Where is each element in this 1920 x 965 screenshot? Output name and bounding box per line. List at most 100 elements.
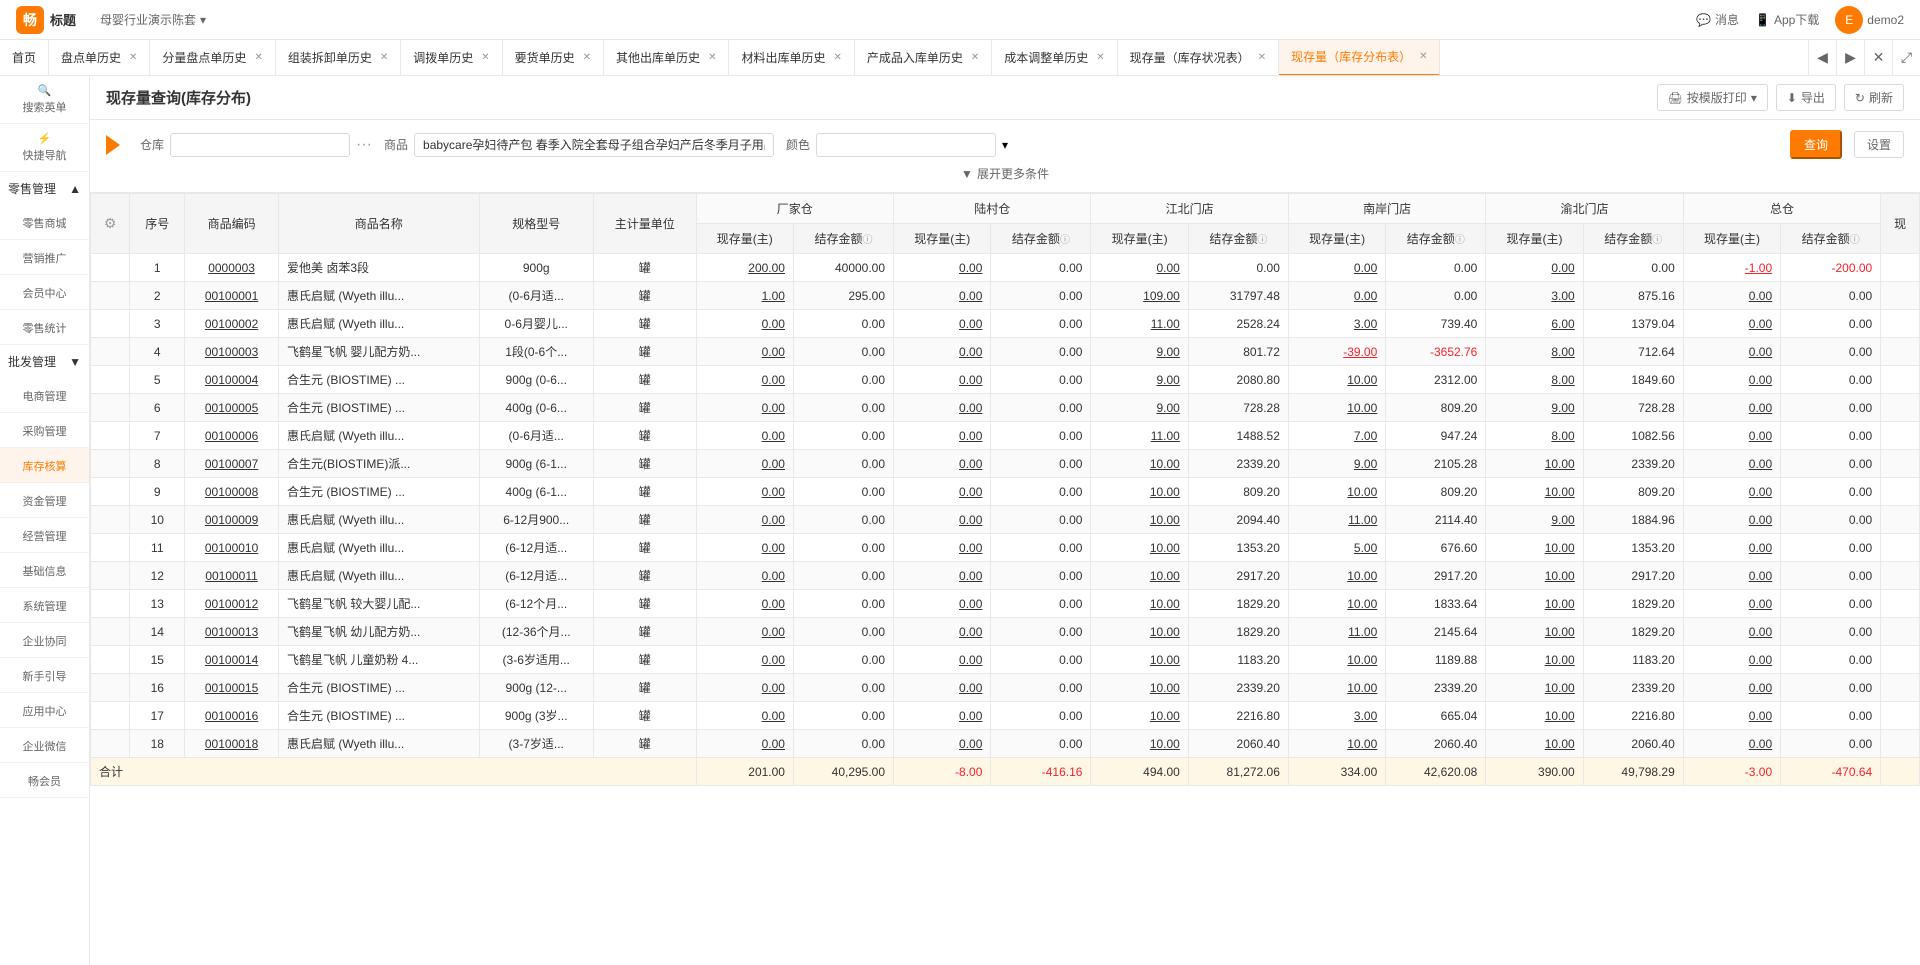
sidebar-item-apps[interactable]: 应用中心 [0,693,89,728]
tab-current-dist[interactable]: 现存量（库存分布表）✕ [1279,40,1440,76]
table-cell-value: 0.00 [1781,562,1881,590]
sidebar-item-wholesale[interactable]: 批发管理 ▼ [0,345,89,378]
tab-home[interactable]: 首页 [0,40,49,76]
th-jiangbei: 江北门店 [1091,194,1288,224]
nav-icon: ⚡ [38,133,52,145]
nav-next[interactable]: ▶ [1836,40,1864,76]
th-yubei-amt: 结存金额ⓘ [1583,224,1683,254]
tab-current-stock[interactable]: 现存量（库存状况表）✕ [1118,40,1279,76]
sidebar-item-corp[interactable]: 企业协同 [0,623,89,658]
table-cell [91,674,130,702]
print-label: 按模版打印 [1687,89,1747,106]
tab-cost-adjust[interactable]: 成本调整单历史✕ [992,40,1117,76]
tab-combo-split[interactable]: 组装拆卸单历史✕ [276,40,401,76]
table-cell-value: -1.00 [1683,254,1780,282]
close-tab-purchase-order[interactable]: ✕ [583,52,591,63]
warehouse-input[interactable] [170,133,350,157]
nav-close-all[interactable]: ✕ [1864,40,1892,76]
sidebar-item-ecommerce[interactable]: 电商管理 [0,378,89,413]
sidebar-item-member[interactable]: 会员中心 [0,275,89,310]
tab-material-out[interactable]: 材料出库单历史✕ [729,40,854,76]
expand-conditions-btn[interactable]: ▼ 展开更多条件 [961,165,1049,182]
table-cell-value: 0.00 [793,506,893,534]
print-btn[interactable]: 🖨 按模版打印 ▾ [1657,84,1768,111]
tab-transfer[interactable]: 调拨单历史✕ [401,40,502,76]
sidebar-item-retail-shop[interactable]: 零售商城 [0,205,89,240]
tab-purchase-order[interactable]: 要货单历史✕ [503,40,604,76]
product-input[interactable] [414,133,774,157]
close-tab-sub-inventory[interactable]: ✕ [254,52,262,63]
close-tab-current-dist[interactable]: ✕ [1419,51,1427,62]
query-btn[interactable]: 查询 [1790,130,1842,159]
settings-btn[interactable]: 设置 [1854,131,1904,158]
sidebar-item-nav[interactable]: ⚡ 快捷导航 [0,124,89,172]
total-amt-info[interactable]: ⓘ [1850,235,1860,246]
close-tab-transfer[interactable]: ✕ [481,52,489,63]
sidebar-item-marketing[interactable]: 营销推广 [0,240,89,275]
table-container[interactable]: ⚙ 序号 商品编码 商品名称 规格型号 主计量单位 厂家仓 陆村仓 江北门店 南… [90,193,1920,965]
sidebar-item-guide[interactable]: 新手引导 [0,658,89,693]
lucun-amt-info[interactable]: ⓘ [1060,235,1070,246]
table-cell-value: 2339.20 [1583,674,1683,702]
nav-expand[interactable]: ⤢ [1892,40,1920,76]
sidebar-item-inventory[interactable]: 库存核算 [0,448,89,483]
sidebar-item-retail-stats[interactable]: 零售统计 [0,310,89,345]
tab-inventory-check[interactable]: 盘点单历史✕ [49,40,150,76]
table-cell: 爱他美 卤苯3段 [279,254,480,282]
yubei-amt-info[interactable]: ⓘ [1652,235,1662,246]
close-tab-cost-adjust[interactable]: ✕ [1096,52,1104,63]
app-download-btn[interactable]: 📱 App下载 [1755,11,1819,28]
jiangbei-amt-info[interactable]: ⓘ [1257,235,1267,246]
nav-prev[interactable]: ◀ [1808,40,1836,76]
sidebar-item-ops[interactable]: 经营管理 [0,518,89,553]
table-cell-value: 0.00 [1781,450,1881,478]
company-selector[interactable]: 母婴行业演示陈套 ▾ [100,11,206,28]
table-cell-value: 0.00 [1583,254,1683,282]
message-btn[interactable]: 💬 消息 [1696,11,1739,28]
th-code: 商品编码 [185,194,279,254]
top-bar-right: 💬 消息 📱 App下载 E demo2 [1696,6,1904,34]
refresh-btn[interactable]: ↻ 刷新 [1844,84,1904,111]
sidebar-item-member2[interactable]: 畅会员 [0,763,89,798]
table-cell-current [1881,254,1920,282]
export-btn[interactable]: ⬇ 导出 [1776,84,1836,111]
close-tab-inventory-check[interactable]: ✕ [129,52,137,63]
close-tab-material-out[interactable]: ✕ [833,52,841,63]
close-tab-other-out[interactable]: ✕ [708,52,716,63]
table-cell [91,618,130,646]
user-area[interactable]: E demo2 [1835,6,1904,34]
table-cell-value: 295.00 [793,282,893,310]
close-tab-combo-split[interactable]: ✕ [380,52,388,63]
tab-product-in[interactable]: 产成品入库单历史✕ [855,40,992,76]
table-cell [91,422,130,450]
tab-other-out[interactable]: 其他出库单历史✕ [604,40,729,76]
table-cell: 14 [130,618,185,646]
orange-triangle[interactable] [106,135,120,155]
sidebar-item-system[interactable]: 系统管理 [0,588,89,623]
color-input[interactable] [816,133,996,157]
sidebar-label-system: 系统管理 [4,598,85,614]
sidebar-item-finance[interactable]: 资金管理 [0,483,89,518]
table-cell: 00100010 [185,534,279,562]
product-filter: 商品 [384,133,774,157]
table-cell-value: 1833.64 [1386,590,1486,618]
sidebar-item-wechat[interactable]: 企业微信 [0,728,89,763]
sidebar-item-basic[interactable]: 基础信息 [0,553,89,588]
factory-amt-info[interactable]: ⓘ [863,235,873,246]
table-cell-value: 0.00 [991,506,1091,534]
warehouse-dots-btn[interactable]: ··· [356,136,372,154]
table-cell-value: 0.00 [991,422,1091,450]
sidebar-item-search[interactable]: 🔍 搜索英单 [0,76,89,124]
table-cell-value: 0.00 [894,534,991,562]
table-cell: 惠氏启赋 (Wyeth illu... [279,534,480,562]
close-tab-current-stock[interactable]: ✕ [1258,52,1266,63]
th-settings[interactable]: ⚙ [91,194,130,254]
table-cell: (6-12月适... [479,562,593,590]
sidebar-item-retail-mgmt[interactable]: 零售管理 ▲ [0,172,89,205]
table-cell: 1 [130,254,185,282]
nanan-amt-info[interactable]: ⓘ [1455,235,1465,246]
tab-sub-inventory[interactable]: 分量盘点单历史✕ [150,40,275,76]
sidebar-item-purchase[interactable]: 采购管理 [0,413,89,448]
table-cell-value: 0.00 [696,366,793,394]
close-tab-product-in[interactable]: ✕ [971,52,979,63]
